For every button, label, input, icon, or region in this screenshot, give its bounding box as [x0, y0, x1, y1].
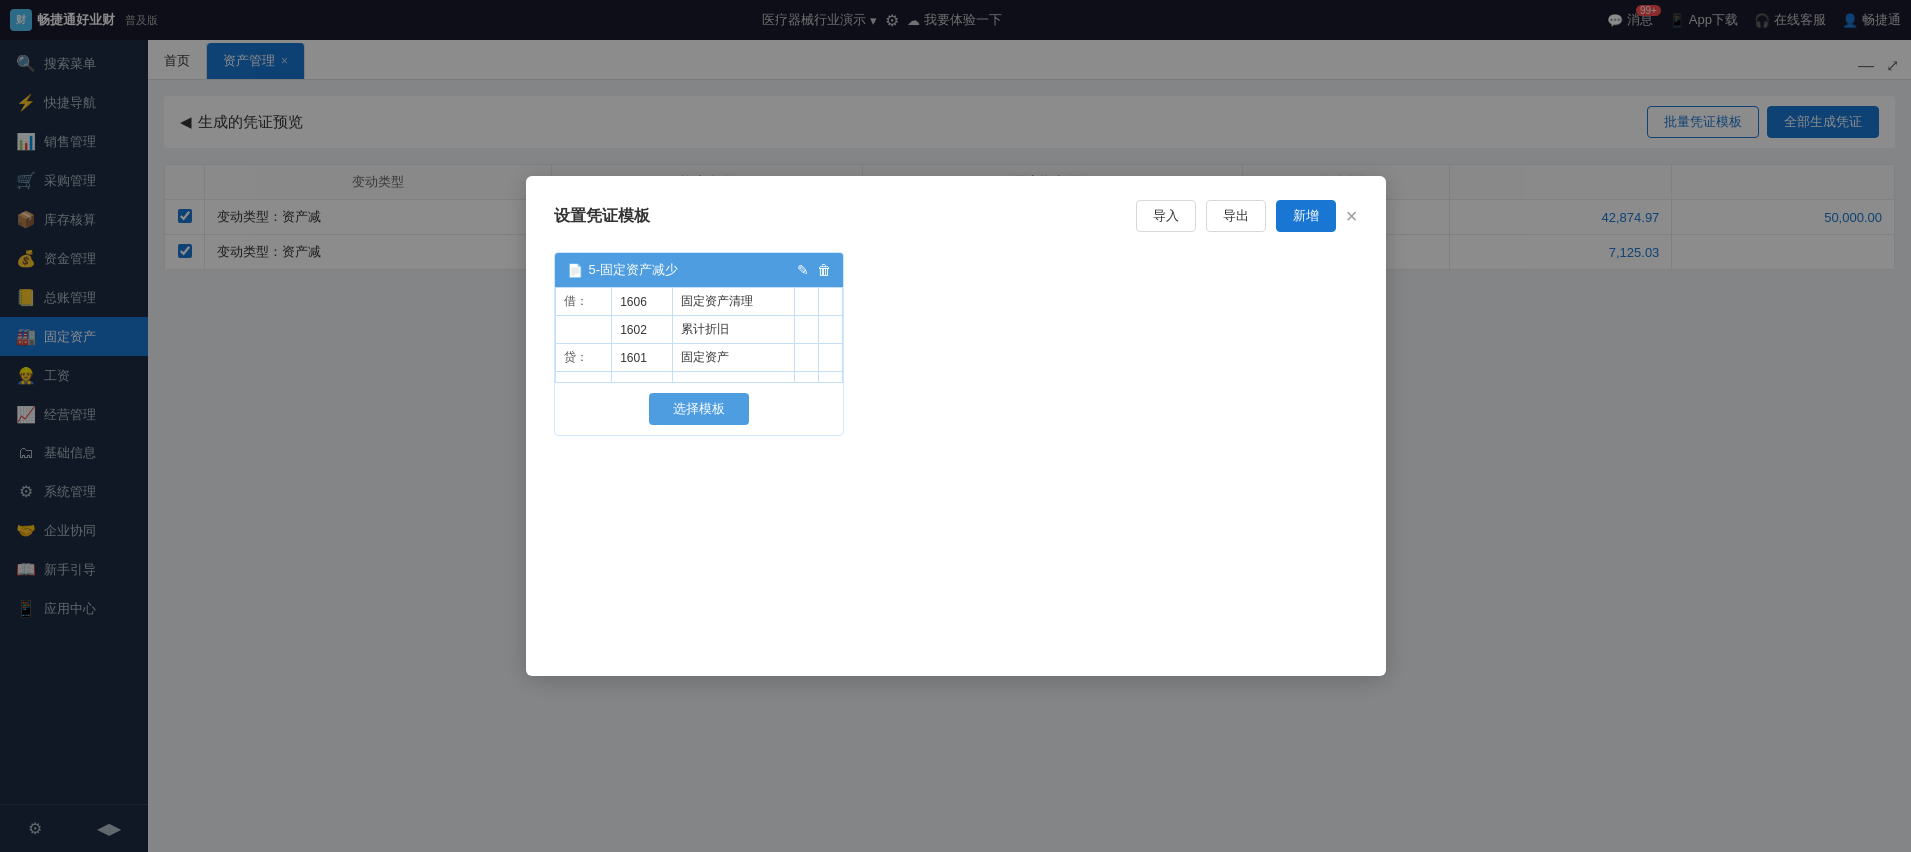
- entry3-name: 固定资产: [672, 344, 795, 372]
- import-button[interactable]: 导入: [1136, 200, 1196, 232]
- template-card-header-left: 📄 5-固定资产减少: [567, 261, 679, 279]
- entry1-extra1: [795, 288, 818, 316]
- entry3-extra1: [795, 344, 818, 372]
- new-button[interactable]: 新增: [1276, 200, 1336, 232]
- template-grid: 📄 5-固定资产减少 ✎ 🗑 借： 1606 固定资产清理: [554, 252, 1358, 436]
- entry2-code: 1602: [612, 316, 672, 344]
- entry2-extra2: [818, 316, 842, 344]
- empty3: [672, 372, 795, 383]
- modal-close-icon[interactable]: ×: [1346, 206, 1358, 226]
- template-edit-icon[interactable]: ✎: [797, 262, 809, 278]
- modal-title: 设置凭证模板: [554, 206, 650, 227]
- empty2: [612, 372, 672, 383]
- modal: 设置凭证模板 导入 导出 新增 × 📄 5-固定资产减少 ✎: [526, 176, 1386, 676]
- export-button[interactable]: 导出: [1206, 200, 1266, 232]
- entry3-direction: 贷：: [555, 344, 612, 372]
- template-card-title: 5-固定资产减少: [589, 261, 679, 279]
- entry1-direction: 借：: [555, 288, 612, 316]
- template-doc-icon: 📄: [567, 263, 583, 278]
- template-table: 借： 1606 固定资产清理 1602 累计折旧: [555, 287, 843, 383]
- template-delete-icon[interactable]: 🗑: [817, 262, 831, 278]
- template-entry-row: 1602 累计折旧: [555, 316, 842, 344]
- entry1-name: 固定资产清理: [672, 288, 795, 316]
- entry3-code: 1601: [612, 344, 672, 372]
- modal-header-right: 导入 导出 新增 ×: [1136, 200, 1358, 232]
- empty1: [555, 372, 612, 383]
- modal-actions: 导入 导出 新增: [1136, 200, 1336, 232]
- template-card: 📄 5-固定资产减少 ✎ 🗑 借： 1606 固定资产清理: [554, 252, 844, 436]
- template-footer: 选择模板: [555, 383, 843, 435]
- entry2-extra1: [795, 316, 818, 344]
- select-template-button[interactable]: 选择模板: [649, 393, 749, 425]
- template-empty-row: [555, 372, 842, 383]
- modal-header: 设置凭证模板 导入 导出 新增 ×: [554, 200, 1358, 232]
- entry3-extra2: [818, 344, 842, 372]
- entry1-extra2: [818, 288, 842, 316]
- entry2-direction: [555, 316, 612, 344]
- template-card-header-actions: ✎ 🗑: [797, 262, 831, 278]
- template-entry-row: 借： 1606 固定资产清理: [555, 288, 842, 316]
- empty4: [795, 372, 818, 383]
- template-entry-row: 贷： 1601 固定资产: [555, 344, 842, 372]
- entry1-code: 1606: [612, 288, 672, 316]
- entry2-name: 累计折旧: [672, 316, 795, 344]
- modal-overlay[interactable]: 设置凭证模板 导入 导出 新增 × 📄 5-固定资产减少 ✎: [0, 0, 1911, 852]
- template-card-header: 📄 5-固定资产减少 ✎ 🗑: [555, 253, 843, 287]
- empty5: [818, 372, 842, 383]
